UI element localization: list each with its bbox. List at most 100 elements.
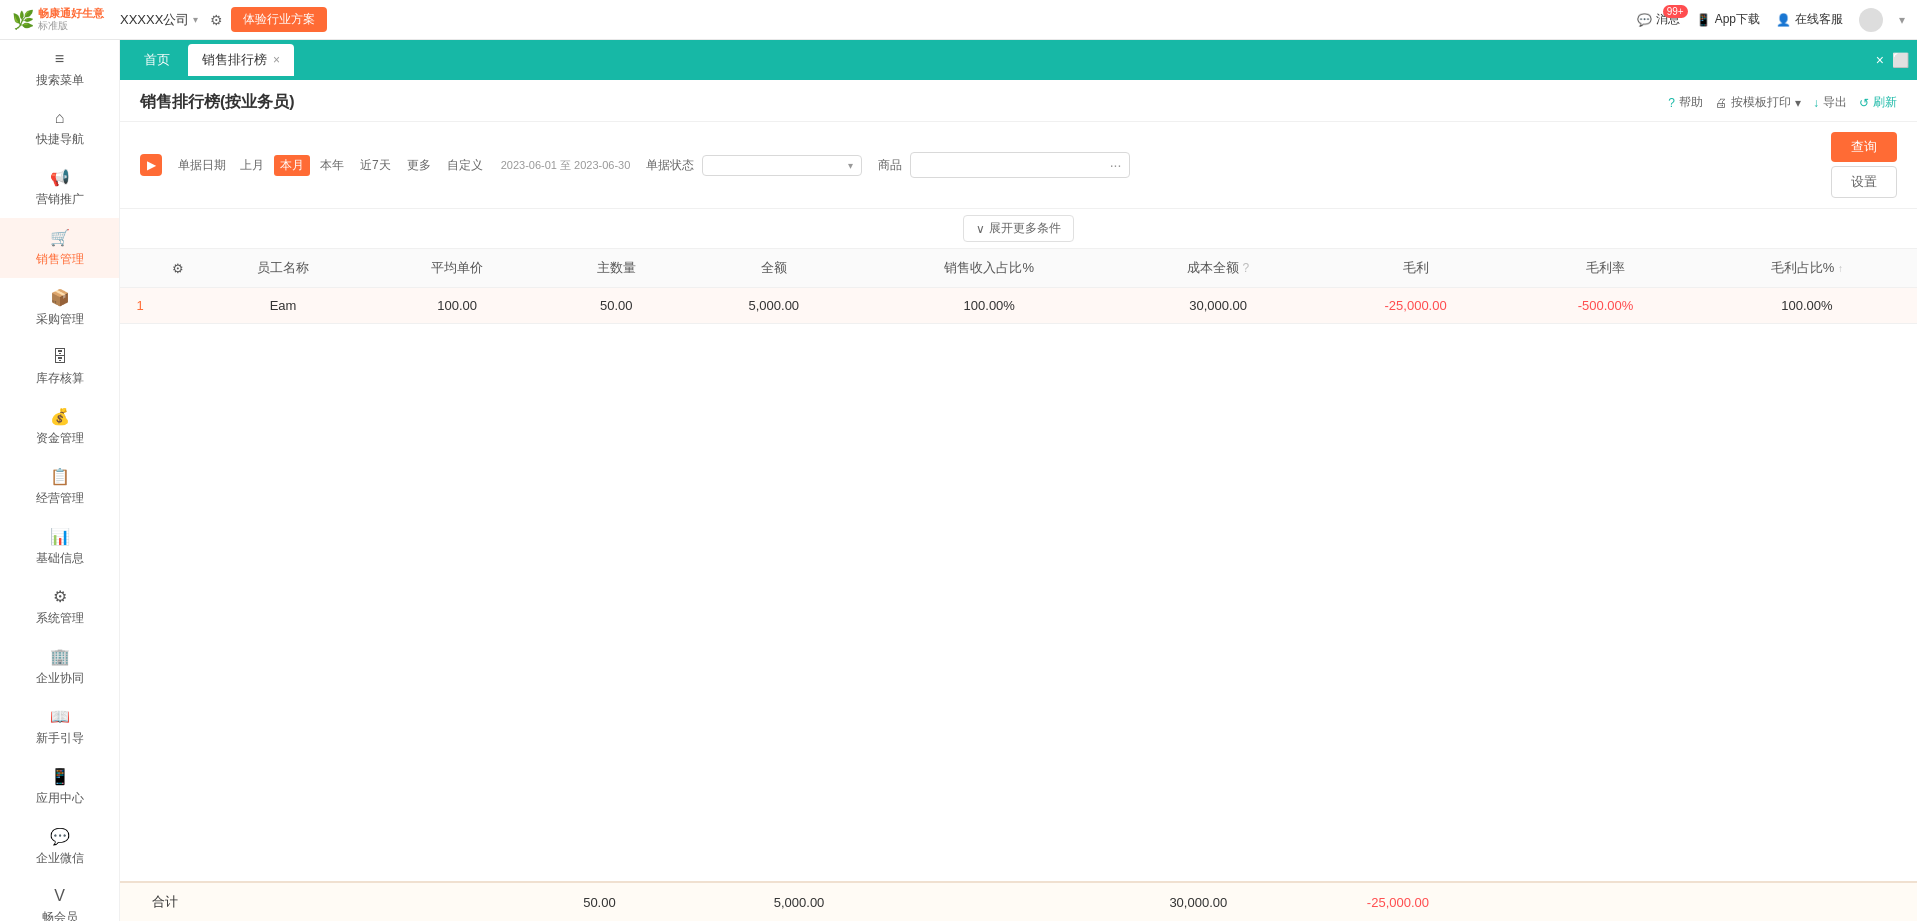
query-buttons: 查询 设置 (1831, 132, 1897, 198)
date-opt-4[interactable]: 更多 (401, 155, 437, 176)
messages-area[interactable]: 💬 消息 99+ (1637, 11, 1680, 28)
col-settings[interactable]: ⚙ (160, 249, 196, 288)
sidebar-item-system[interactable]: ⚙系统管理 (0, 577, 119, 637)
date-opt-1[interactable]: 本月 (274, 155, 310, 176)
app-download-area[interactable]: 📱 App下载 (1696, 11, 1760, 28)
window-max-btn[interactable]: ⬜ (1892, 52, 1909, 68)
sidebar-item-finance[interactable]: 💰资金管理 (0, 397, 119, 457)
sidebar-item-wechat[interactable]: 💬企业微信 (0, 817, 119, 877)
col-qty: 主数量 (544, 249, 688, 288)
online-service-area[interactable]: 👤 在线客服 (1776, 11, 1843, 28)
sidebar-label-search: 搜索菜单 (36, 72, 84, 89)
settings-icon[interactable]: ⚙ (210, 12, 223, 28)
table-row: 1 Eam 100.00 50.00 5,000.00 100.00% 30,0… (120, 288, 1917, 324)
table-footer: 合计 50.00 5,000.00 30,000.00 -25,000.00 (120, 881, 1917, 921)
setting-button[interactable]: 设置 (1831, 166, 1897, 198)
sidebar-label-wechat: 企业微信 (36, 850, 84, 867)
footer-gross: -25,000.00 (1298, 895, 1498, 910)
more-options-icon[interactable]: ··· (1110, 157, 1122, 173)
tab-close-icon[interactable]: × (273, 53, 280, 67)
sidebar-icon-marketing: 📢 (50, 168, 70, 187)
sidebar-item-app-center[interactable]: 📱应用中心 (0, 757, 119, 817)
content-area: 销售排行榜(按业务员) ? 帮助 🖨 按模板打印 ▾ ↓ 导出 (120, 80, 1917, 921)
export-icon: ↓ (1813, 96, 1819, 110)
cell-sales-ratio: 100.00% (859, 288, 1119, 324)
sidebar-label-app-center: 应用中心 (36, 790, 84, 807)
cell-gross-rate: -500.00% (1514, 288, 1696, 324)
sidebar-item-marketing[interactable]: 📢 营销推广 (0, 158, 119, 218)
table-container: ⚙ 员工名称 平均单价 主数量 全额 销售收入占比% 成本全额 ? 毛利 毛利率 (120, 249, 1917, 881)
expand-more-button[interactable]: ∨ 展开更多条件 (963, 215, 1074, 242)
username: ▾ (1899, 13, 1905, 27)
top-right-area: 💬 消息 99+ 📱 App下载 👤 在线客服 ▾ (1637, 8, 1905, 32)
col-gross-ratio: 毛利占比% ↑ (1697, 249, 1917, 288)
tab-sales-ranking[interactable]: 销售排行榜 × (188, 44, 294, 76)
table-header-row: ⚙ 员工名称 平均单价 主数量 全额 销售收入占比% 成本全额 ? 毛利 毛利率 (120, 249, 1917, 288)
header-actions: ? 帮助 🖨 按模板打印 ▾ ↓ 导出 ↺ 刷新 (1668, 94, 1897, 111)
tab-label: 销售排行榜 (202, 51, 267, 69)
gross-ratio-sort-icon[interactable]: ↑ (1838, 263, 1843, 274)
expand-more-row: ∨ 展开更多条件 (120, 209, 1917, 249)
sidebar-item-guide[interactable]: 📖新手引导 (0, 697, 119, 757)
date-opt-0[interactable]: 上月 (234, 155, 270, 176)
sidebar-icon-purchase: 📦 (50, 288, 70, 307)
sidebar-item-sales[interactable]: 🛒销售管理 (0, 218, 119, 278)
col-gross: 毛利 (1317, 249, 1514, 288)
avatar[interactable] (1859, 8, 1883, 32)
sidebar-icon-enterprise: 🏢 (50, 647, 70, 666)
sidebar-item-enterprise[interactable]: 🏢 企业协同 (0, 637, 119, 697)
sidebar-icon-inventory: 🗄 (52, 348, 68, 366)
status-label: 单据状态 (646, 157, 694, 174)
cost-help-icon[interactable]: ? (1243, 261, 1250, 275)
help-label: 帮助 (1679, 94, 1703, 111)
sidebar-label-inventory: 库存核算 (36, 370, 84, 387)
date-opt-5[interactable]: 自定义 (441, 155, 489, 176)
sidebar-label-enterprise: 企业协同 (36, 670, 84, 687)
sidebar: ≡搜索菜单⌂快捷导航 📢 营销推广 🛒销售管理📦采购管理 🗄 库存核算 💰资金管理📋经营管理… (0, 40, 120, 921)
online-service-label: 在线客服 (1795, 11, 1843, 28)
company-selector[interactable]: XXXXX公司 ▾ (120, 11, 198, 29)
footer-sales-ratio (899, 895, 1099, 910)
sidebar-item-quick-nav[interactable]: ⌂快捷导航 (0, 99, 119, 158)
cell-cost: 30,000.00 (1119, 288, 1317, 324)
sidebar-item-operations[interactable]: 📋经营管理 (0, 457, 119, 517)
sidebar-label-guide: 新手引导 (36, 730, 84, 747)
sidebar-item-inventory[interactable]: 🗄 库存核算 (0, 338, 119, 397)
footer-cells: 50.00 5,000.00 30,000.00 -25,000.00 (300, 895, 1897, 910)
window-close-btn[interactable]: × (1876, 52, 1884, 68)
filter-toggle-arrow[interactable]: ▶ (140, 154, 162, 176)
goods-input[interactable]: ··· (910, 152, 1130, 178)
date-opt-3[interactable]: 近7天 (354, 155, 397, 176)
query-button[interactable]: 查询 (1831, 132, 1897, 162)
print-button[interactable]: 🖨 按模板打印 ▾ (1715, 94, 1801, 111)
sidebar-icon-member: V (54, 887, 65, 905)
print-label: 按模板打印 (1731, 94, 1791, 111)
sidebar-item-purchase[interactable]: 📦采购管理 (0, 278, 119, 338)
date-options: 上月本月本年近7天更多自定义 (234, 155, 489, 176)
logo-text: 畅康通好生意 (38, 7, 104, 20)
date-opt-2[interactable]: 本年 (314, 155, 350, 176)
trial-button[interactable]: 体验行业方案 (231, 7, 327, 32)
sidebar-item-member[interactable]: V畅会员 (0, 877, 119, 921)
status-select[interactable]: ▾ (702, 155, 862, 176)
tab-bar: 首页 销售排行榜 × × ⬜ (120, 40, 1917, 80)
sidebar-item-search[interactable]: ≡搜索菜单 (0, 40, 119, 99)
print-chevron-icon: ▾ (1795, 96, 1801, 110)
tab-home[interactable]: 首页 (128, 40, 186, 80)
col-avg-price: 平均单价 (370, 249, 544, 288)
top-bar: 🌿 畅康通好生意 标准版 XXXXX公司 ▾ ⚙ 体验行业方案 💬 消息 99+… (0, 0, 1917, 40)
sidebar-label-basics: 基础信息 (36, 550, 84, 567)
goods-label: 商品 (878, 157, 902, 174)
sidebar-item-basics[interactable]: 📊基础信息 (0, 517, 119, 577)
refresh-icon: ↺ (1859, 96, 1869, 110)
footer-avg-price (300, 895, 500, 910)
expand-more-label: 展开更多条件 (989, 220, 1061, 237)
footer-gross-rate (1498, 895, 1698, 910)
main-content: 首页 销售排行榜 × × ⬜ 销售排行榜(按业务员) ? 帮助 (120, 40, 1917, 921)
help-button[interactable]: ? 帮助 (1668, 94, 1703, 111)
footer-gross-ratio (1697, 895, 1897, 910)
refresh-button[interactable]: ↺ 刷新 (1859, 94, 1897, 111)
sidebar-label-marketing: 营销推广 (36, 191, 84, 208)
col-sales-ratio: 销售收入占比% (859, 249, 1119, 288)
export-button[interactable]: ↓ 导出 (1813, 94, 1847, 111)
